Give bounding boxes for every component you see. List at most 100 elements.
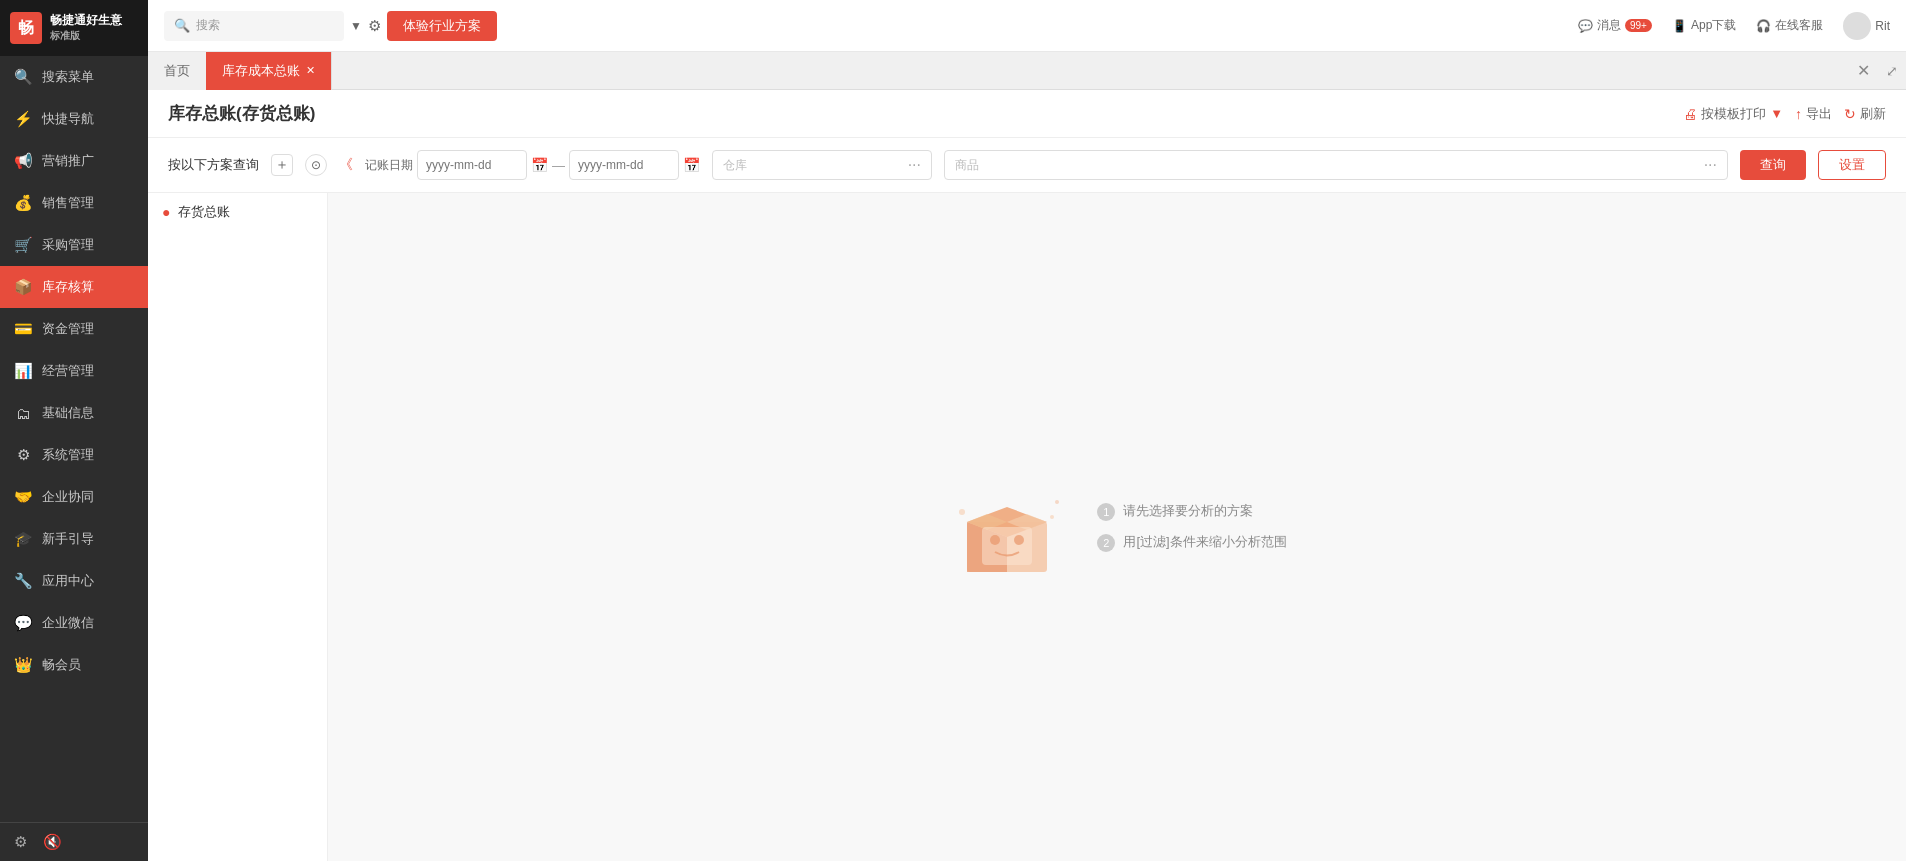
step-1-num: 1	[1097, 503, 1115, 521]
filter-bar: 按以下方案查询 ＋ ⊙ 《 记账日期 📅 — 📅 仓库 ··· 商品 ··· 查…	[148, 138, 1906, 193]
sidebar-item-wechat[interactable]: 💬 企业微信	[0, 602, 148, 644]
vip-icon: 👑	[14, 656, 32, 674]
audio-footer-icon[interactable]: 🔇	[43, 833, 62, 851]
sidebar-item-sales[interactable]: 💰 销售管理	[0, 182, 148, 224]
message-badge: 99+	[1625, 19, 1652, 32]
export-button[interactable]: ↑ 导出	[1795, 105, 1832, 123]
print-dropdown-icon: ▼	[1770, 106, 1783, 121]
step-2-text: 用[过滤]条件来缩小分析范围	[1123, 533, 1286, 551]
sidebar-item-apps[interactable]: 🔧 应用中心	[0, 560, 148, 602]
empty-box-svg	[947, 467, 1067, 587]
svg-point-9	[1050, 515, 1054, 519]
empty-illustration	[947, 467, 1067, 587]
sidebar-item-basic[interactable]: 🗂 基础信息	[0, 392, 148, 434]
headset-icon: 🎧	[1756, 19, 1771, 33]
system-icon: ⚙	[14, 446, 32, 464]
filter-label: 按以下方案查询	[168, 156, 259, 174]
filter-add-button[interactable]: ＋	[271, 154, 293, 176]
sidebar-item-label: 销售管理	[42, 194, 94, 212]
logo-icon: 畅	[10, 12, 42, 44]
promo-button[interactable]: 体验行业方案	[387, 11, 497, 41]
close-panel-button[interactable]: ✕	[1849, 61, 1878, 80]
filter-warehouse-selector[interactable]: 仓库 ···	[712, 150, 932, 180]
date-label: 记账日期	[365, 157, 413, 174]
goods-more-icon[interactable]: ···	[1704, 156, 1717, 174]
svg-point-7	[1014, 535, 1024, 545]
sales-icon: 💰	[14, 194, 32, 212]
app-download-label: App下载	[1691, 17, 1736, 34]
search-icon: 🔍	[14, 68, 32, 86]
calendar-start-icon[interactable]: 📅	[531, 157, 548, 173]
scheme-icon: ●	[162, 204, 170, 220]
filter-settings-button[interactable]: 设置	[1818, 150, 1886, 180]
page-title: 库存总账(存货总账)	[168, 102, 315, 125]
query-button[interactable]: 查询	[1740, 150, 1806, 180]
date-start-input[interactable]	[417, 150, 527, 180]
warehouse-placeholder: 仓库	[723, 157, 747, 174]
print-template-button[interactable]: 🖨 按模板打印 ▼	[1683, 105, 1783, 123]
refresh-icon: ↻	[1844, 106, 1856, 122]
empty-step-1: 1 请先选择要分析的方案	[1097, 502, 1286, 521]
filter-collapse-icon[interactable]: 《	[339, 156, 353, 174]
sidebar-item-label: 企业微信	[42, 614, 94, 632]
apps-icon: 🔧	[14, 572, 32, 590]
online-support-btn[interactable]: 🎧 在线客服	[1756, 17, 1823, 34]
filter-scheme-button[interactable]: ⊙	[305, 154, 327, 176]
filter-date-group: 记账日期 📅 — 📅	[365, 150, 700, 180]
sidebar-item-marketing[interactable]: 📢 营销推广	[0, 140, 148, 182]
sidebar-item-label: 应用中心	[42, 572, 94, 590]
search-placeholder: 搜索	[196, 17, 220, 34]
user-area[interactable]: Rit	[1843, 12, 1890, 40]
refresh-button[interactable]: ↻ 刷新	[1844, 105, 1886, 123]
search-icon: 🔍	[174, 18, 190, 33]
sidebar-footer: ⚙ 🔇	[0, 822, 148, 861]
message-icon: 💬	[1578, 19, 1593, 33]
user-name: Rit	[1875, 19, 1890, 33]
sidebar-item-label: 快捷导航	[42, 110, 94, 128]
search-box[interactable]: 🔍 搜索	[164, 11, 344, 41]
message-btn[interactable]: 💬 消息 99+	[1578, 17, 1652, 34]
sidebar-item-label: 资金管理	[42, 320, 94, 338]
content: 库存总账(存货总账) 🖨 按模板打印 ▼ ↑ 导出 ↻ 刷新 按以下方案查询	[148, 90, 1906, 861]
sidebar-item-cooperation[interactable]: 🤝 企业协同	[0, 476, 148, 518]
tab-home[interactable]: 首页	[148, 52, 206, 90]
expand-panel-button[interactable]: ⤢	[1886, 63, 1898, 79]
sidebar-scroll: 🔍 搜索菜单 ⚡ 快捷导航 📢 营销推广 💰 销售管理 🛒 采购管理 📦 库存核…	[0, 56, 148, 822]
sidebar-item-shortcut[interactable]: ⚡ 快捷导航	[0, 98, 148, 140]
calendar-end-icon[interactable]: 📅	[683, 157, 700, 173]
tab-label: 库存成本总账	[222, 62, 300, 80]
dropdown-arrow-icon[interactable]: ▼	[350, 19, 362, 33]
message-label: 消息	[1597, 17, 1621, 34]
sidebar-item-label: 新手引导	[42, 530, 94, 548]
tabbar: 首页 库存成本总账 ✕ ✕ ⤢	[148, 52, 1906, 90]
sidebar-item-newbie[interactable]: 🎓 新手引导	[0, 518, 148, 560]
settings-footer-icon[interactable]: ⚙	[14, 833, 27, 851]
export-icon: ↑	[1795, 106, 1802, 122]
settings-icon[interactable]: ⚙	[368, 17, 381, 35]
sidebar-item-finance[interactable]: 💳 资金管理	[0, 308, 148, 350]
tab-close-icon[interactable]: ✕	[306, 64, 315, 77]
print-icon: 🖨	[1683, 106, 1697, 122]
sidebar-item-vip[interactable]: 👑 畅会员	[0, 644, 148, 686]
operation-icon: 📊	[14, 362, 32, 380]
sidebar-item-operation[interactable]: 📊 经营管理	[0, 350, 148, 392]
topbar-search-area: 🔍 搜索 ▼ ⚙ 体验行业方案	[164, 11, 1568, 41]
inventory-icon: 📦	[14, 278, 32, 296]
sidebar-item-search[interactable]: 🔍 搜索菜单	[0, 56, 148, 98]
sidebar-item-system[interactable]: ⚙ 系统管理	[0, 434, 148, 476]
marketing-icon: 📢	[14, 152, 32, 170]
newbie-icon: 🎓	[14, 530, 32, 548]
scheme-item-inventory-ledger[interactable]: ● 存货总账	[148, 193, 327, 231]
sidebar-item-purchase[interactable]: 🛒 采购管理	[0, 224, 148, 266]
tab-inventory-cost[interactable]: 库存成本总账 ✕	[206, 52, 332, 90]
date-end-input[interactable]	[569, 150, 679, 180]
sidebar-item-inventory[interactable]: 📦 库存核算	[0, 266, 148, 308]
sidebar-item-label: 营销推广	[42, 152, 94, 170]
sidebar: 畅 畅捷通好生意 标准版 🔍 搜索菜单 ⚡ 快捷导航 📢 营销推广 💰 销售管理…	[0, 0, 148, 861]
app-download-btn[interactable]: 📱 App下载	[1672, 17, 1736, 34]
filter-goods-selector[interactable]: 商品 ···	[944, 150, 1728, 180]
warehouse-more-icon[interactable]: ···	[908, 156, 921, 174]
phone-icon: 📱	[1672, 19, 1687, 33]
sidebar-item-label: 采购管理	[42, 236, 94, 254]
content-body: ● 存货总账	[148, 193, 1906, 861]
